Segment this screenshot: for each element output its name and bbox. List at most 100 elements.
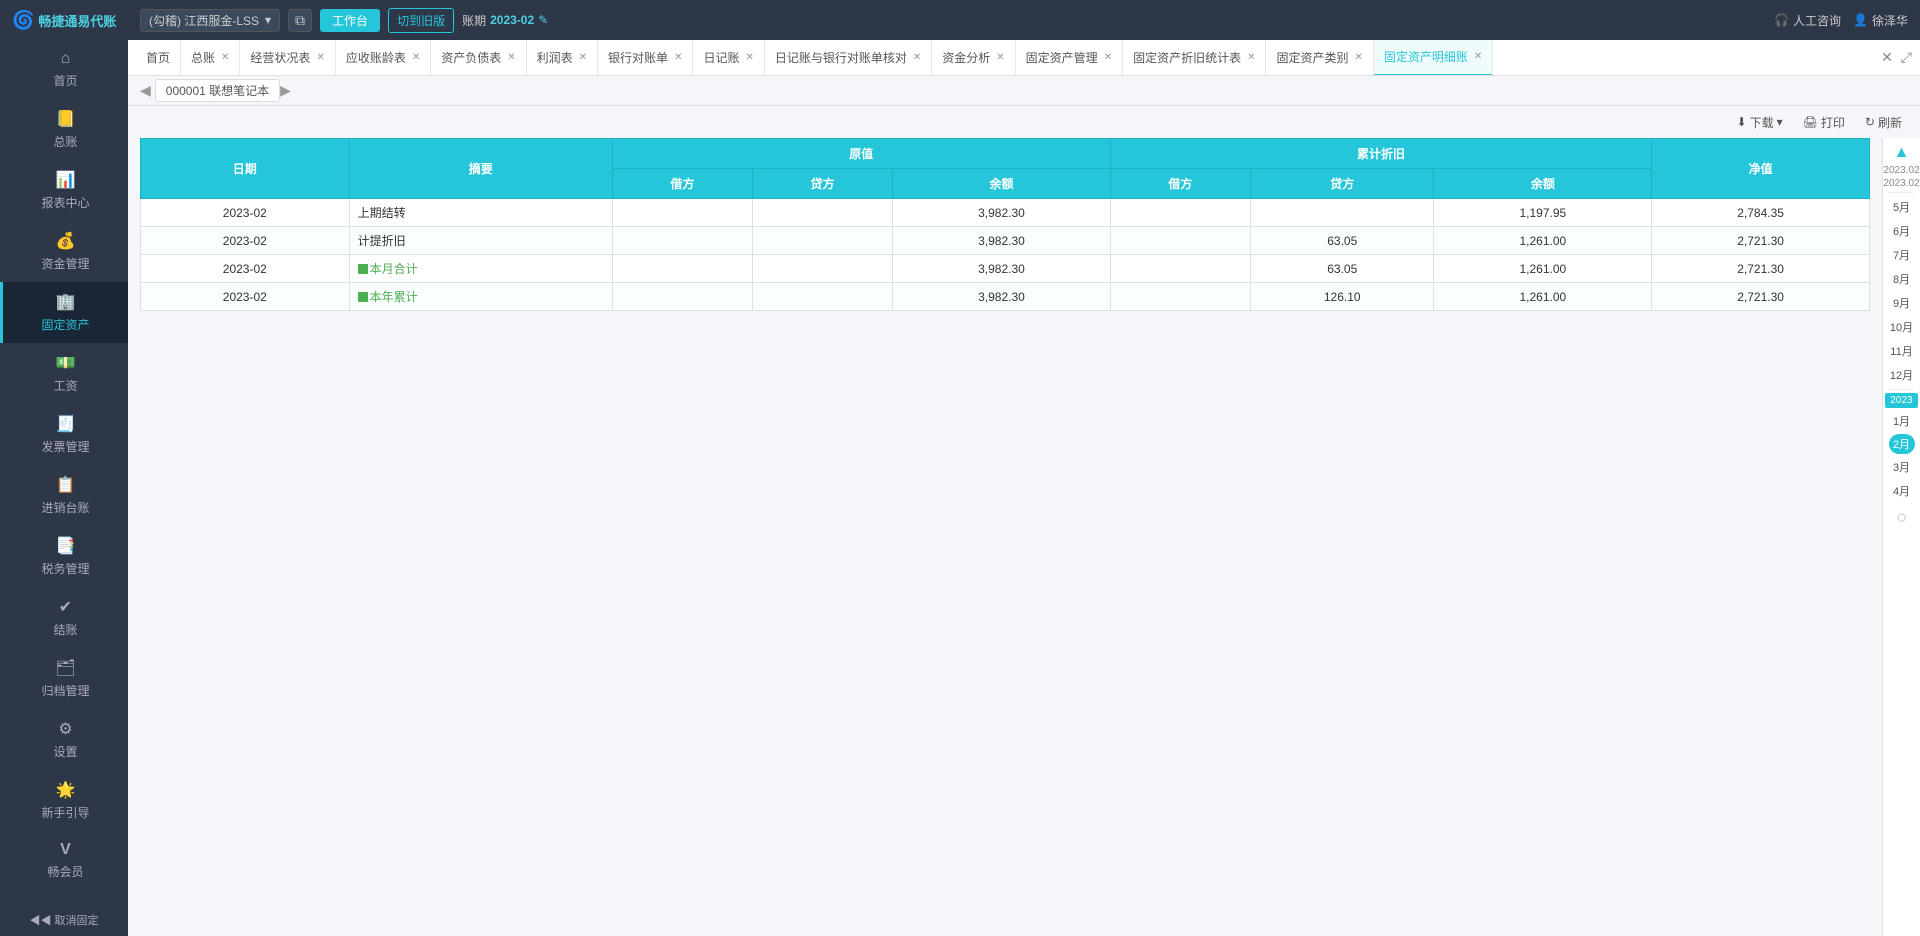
sidebar-item-sales[interactable]: 📋 进销台账 <box>0 465 128 526</box>
tab-profit-close[interactable]: ✕ <box>579 52 587 63</box>
sales-icon: 📋 <box>56 475 76 495</box>
table-row: 2023-02 上期结转 3,982.30 1,197.95 2,784.35 <box>141 199 1870 227</box>
refresh-icon: ↻ <box>1865 115 1875 129</box>
panel-month-12[interactable]: 12月 <box>1883 363 1920 387</box>
tab-expand-icon[interactable]: ⤢ <box>1901 49 1912 66</box>
panel-month-4[interactable]: 4月 <box>1883 479 1920 503</box>
sidebar-item-invoice[interactable]: 🧾 发票管理 <box>0 404 128 465</box>
cell-accum-debit <box>1110 227 1250 255</box>
tab-fund-analysis[interactable]: 资金分析 ✕ <box>932 40 1015 76</box>
panel-month-9[interactable]: 9月 <box>1883 291 1920 315</box>
cell-orig-balance: 3,982.30 <box>893 227 1111 255</box>
pin-button[interactable]: ◀◀ 取消固定 <box>0 904 128 936</box>
tab-assets-balance[interactable]: 资产负债表 ✕ <box>431 40 526 76</box>
tab-fa-mgmt-close[interactable]: ✕ <box>1104 52 1112 63</box>
panel-month-6[interactable]: 6月 <box>1883 219 1920 243</box>
sidebar-item-funds[interactable]: 💰 资金管理 <box>0 221 128 282</box>
reports-icon: 📊 <box>56 170 76 190</box>
tab-ledger-close[interactable]: ✕ <box>221 52 229 63</box>
avatar-icon: 👤 <box>1853 13 1868 27</box>
download-button[interactable]: ⬇ 下载 ▾ <box>1731 112 1789 133</box>
panel-up-btn[interactable]: ▲ <box>1892 142 1912 164</box>
refresh-button[interactable]: ↻ 刷新 <box>1859 112 1908 133</box>
copy-icon-btn[interactable]: ⧉ <box>288 9 312 32</box>
tab-bar: 首页 总账 ✕ 经营状况表 ✕ 应收账龄表 ✕ 资产负债表 ✕ 利润表 ✕ <box>128 40 1920 76</box>
tab-fa-depr-stat-close[interactable]: ✕ <box>1247 52 1255 63</box>
sidebar-item-fixed-assets[interactable]: 🏢 固定资产 <box>0 282 128 343</box>
right-panel: ▲ 2023.02 2023.02 5月 6月 7月 8月 9月 10月 11月… <box>1882 138 1920 936</box>
panel-month-11[interactable]: 11月 <box>1883 339 1920 363</box>
panel-month-7[interactable]: 7月 <box>1883 243 1920 267</box>
panel-month-10[interactable]: 10月 <box>1883 315 1920 339</box>
cell-orig-credit <box>752 227 892 255</box>
period-edit-icon[interactable]: ✎ <box>538 13 548 27</box>
tab-fa-depr-stat[interactable]: 固定资产折旧统计表 ✕ <box>1123 40 1266 76</box>
panel-month-3[interactable]: 3月 <box>1883 455 1920 479</box>
breadcrumb-next[interactable]: ▶ <box>280 82 291 99</box>
tab-assets-balance-close[interactable]: ✕ <box>507 52 515 63</box>
panel-sep-2 <box>1889 389 1915 390</box>
company-selector[interactable]: (勾稽) 江西服金-LSS ▾ <box>140 9 280 32</box>
tag-green: 本年累计 <box>358 288 418 305</box>
panel-month-2-active[interactable]: 2月 <box>1889 434 1915 454</box>
sidebar-item-label: 结账 <box>53 621 77 638</box>
sidebar-item-member[interactable]: V 畅会员 <box>0 831 128 890</box>
panel-month-1[interactable]: 1月 <box>1883 409 1920 433</box>
cell-accum-credit: 63.05 <box>1250 255 1434 283</box>
member-icon: V <box>60 841 71 859</box>
tab-journal-close[interactable]: ✕ <box>745 52 753 63</box>
oldver-button[interactable]: 切到旧版 <box>388 8 454 33</box>
sidebar-item-guide[interactable]: 🌟 新手引导 <box>0 770 128 831</box>
sidebar-item-tax[interactable]: 📑 税务管理 <box>0 526 128 587</box>
tab-close-all-icon[interactable]: ✕ <box>1881 49 1893 66</box>
sidebar-item-label: 进销台账 <box>41 499 89 516</box>
cell-summary: 本年累计 <box>349 283 612 311</box>
tab-fa-detail-close[interactable]: ✕ <box>1474 51 1482 62</box>
print-button[interactable]: 🖨 打印 <box>1797 112 1851 133</box>
table-container[interactable]: 日期 摘要 原值 累计折旧 净值 借方 贷方 余额 借方 贷方 余额 <box>128 138 1882 936</box>
tab-bank-stmt-close[interactable]: ✕ <box>674 52 682 63</box>
sidebar-item-closing[interactable]: ✔ 结账 <box>0 587 128 648</box>
cell-net-value: 2,721.30 <box>1652 283 1870 311</box>
workbench-button[interactable]: 工作台 <box>320 9 380 32</box>
sidebar-item-reports[interactable]: 📊 报表中心 <box>0 160 128 221</box>
col-orig-debit: 借方 <box>612 169 752 199</box>
cell-accum-balance: 1,261.00 <box>1434 227 1652 255</box>
human-service-btn[interactable]: 🎧 人工咨询 <box>1774 12 1841 29</box>
tab-ledger[interactable]: 总账 ✕ <box>181 40 240 76</box>
sidebar-item-payroll[interactable]: 💵 工资 <box>0 343 128 404</box>
tab-receivable[interactable]: 应收账龄表 ✕ <box>336 40 431 76</box>
user-menu[interactable]: 👤 徐泽华 <box>1853 12 1908 29</box>
table-right-wrapper: 日期 摘要 原值 累计折旧 净值 借方 贷方 余额 借方 贷方 余额 <box>128 138 1920 936</box>
breadcrumb-prev[interactable]: ◀ <box>140 82 151 99</box>
panel-bottom-icon[interactable]: ○ <box>1892 503 1911 532</box>
tab-fa-detail[interactable]: 固定资产明细账 ✕ <box>1374 40 1493 76</box>
sidebar-item-settings[interactable]: ⚙ 设置 <box>0 709 128 770</box>
cell-orig-debit <box>612 227 752 255</box>
tab-fa-category-close[interactable]: ✕ <box>1355 52 1363 63</box>
panel-month-8[interactable]: 8月 <box>1883 267 1920 291</box>
topbar-right: 🎧 人工咨询 👤 徐泽华 <box>1774 12 1908 29</box>
tab-home[interactable]: 首页 <box>136 40 181 76</box>
cell-accum-balance: 1,261.00 <box>1434 283 1652 311</box>
sidebar-item-home[interactable]: ⌂ 首页 <box>0 40 128 99</box>
table-row: 2023-02 本月合计 3,982.30 63.05 1,261.00 2,7… <box>141 255 1870 283</box>
tab-receivable-close[interactable]: ✕ <box>412 52 420 63</box>
tab-journal[interactable]: 日记账 ✕ <box>693 40 764 76</box>
company-dropdown-icon: ▾ <box>265 13 271 27</box>
tab-bizstatus-close[interactable]: ✕ <box>316 52 324 63</box>
headset-icon: 🎧 <box>1774 13 1789 27</box>
sidebar-item-ledger[interactable]: 📒 总账 <box>0 99 128 160</box>
cell-accum-credit: 63.05 <box>1250 227 1434 255</box>
panel-month-5[interactable]: 5月 <box>1883 195 1920 219</box>
tab-fa-mgmt[interactable]: 固定资产管理 ✕ <box>1016 40 1123 76</box>
tab-profit[interactable]: 利润表 ✕ <box>527 40 598 76</box>
sidebar-item-archive[interactable]: 🗂 归档管理 <box>0 648 128 709</box>
tab-fund-analysis-close[interactable]: ✕ <box>996 52 1004 63</box>
sidebar-item-label: 发票管理 <box>41 438 89 455</box>
tab-journal-bank[interactable]: 日记账与银行对账单核对 ✕ <box>765 40 932 76</box>
tab-bizstatus[interactable]: 经营状况表 ✕ <box>240 40 335 76</box>
tab-bank-stmt[interactable]: 银行对账单 ✕ <box>598 40 693 76</box>
tab-journal-bank-close[interactable]: ✕ <box>913 52 921 63</box>
tab-fa-category[interactable]: 固定资产类别 ✕ <box>1266 40 1373 76</box>
